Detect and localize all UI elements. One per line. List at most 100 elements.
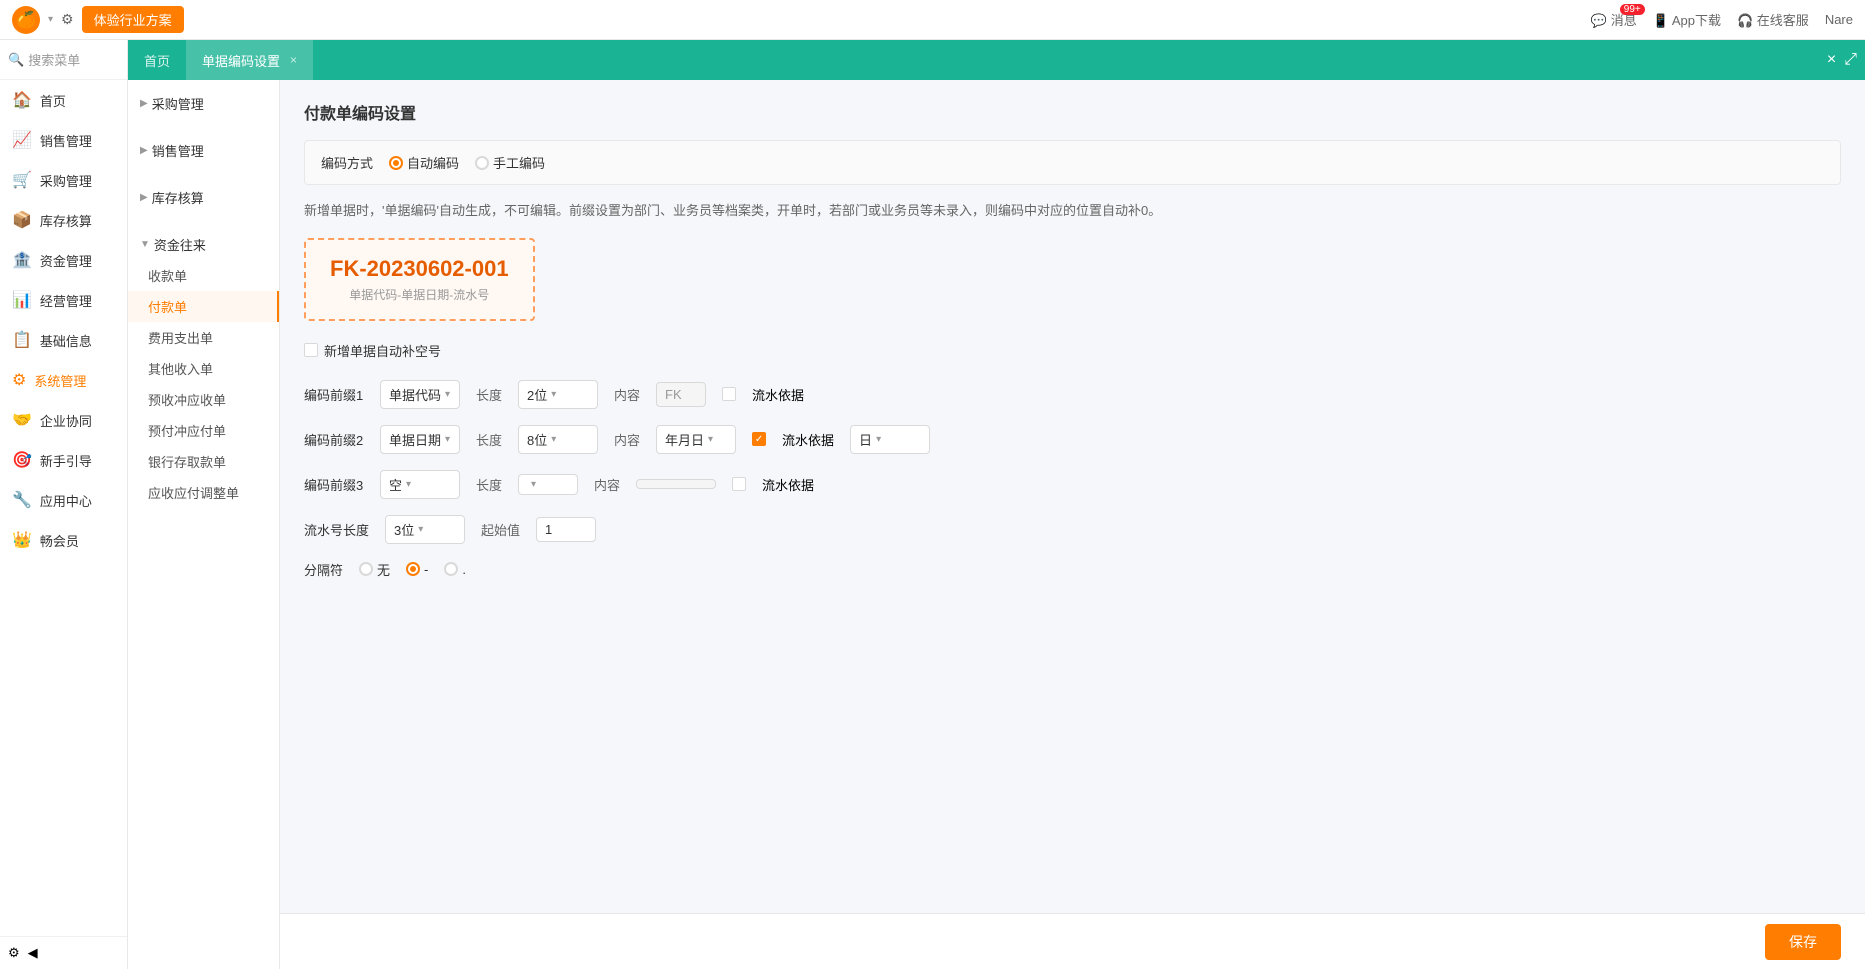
nav-dropdown-arrow[interactable]: ▾ — [48, 14, 53, 25]
sidebar-item-advance-receipt[interactable]: 预收冲应收单 — [128, 384, 279, 415]
sidebar-item-basic-info[interactable]: 📋 基础信息 — [0, 320, 127, 360]
main-content: 付款单编码设置 编码方式 自动编码 手工编码 — [280, 80, 1865, 913]
serial-label-1: 流水依据 — [752, 385, 804, 404]
content-value-1: FK — [656, 382, 706, 407]
app-logo: 🍊 — [12, 6, 40, 34]
logo-icon: 🍊 — [12, 6, 40, 34]
tab-close-icon[interactable]: × — [290, 53, 297, 67]
serial-length-label: 流水号长度 — [304, 520, 369, 539]
serial-length-select[interactable]: 3位 ▾ — [385, 515, 465, 544]
length-label-3: 长度 — [476, 475, 502, 494]
group-capital-header[interactable]: ▼ 资金往来 — [128, 229, 279, 260]
message-badge: 99+ — [1620, 4, 1645, 15]
sep-dot[interactable]: . — [444, 562, 466, 577]
left-sidebar: 🔍 搜索菜单 🏠 首页 📈 销售管理 🛒 采购管理 📦 库存核算 🏦 资金管理 … — [0, 40, 128, 969]
sidebar-item-system[interactable]: ⚙ 系统管理 — [0, 360, 127, 400]
inner-layout: ▶ 采购管理 ▶ 销售管理 ▶ 库存核算 — [128, 80, 1865, 969]
sidebar-item-sales[interactable]: 📈 销售管理 — [0, 120, 127, 160]
trial-button[interactable]: 体验行业方案 — [82, 6, 184, 33]
group-purchase: ▶ 采购管理 — [128, 80, 279, 127]
tab-expand-icon[interactable]: ⤢ — [1844, 51, 1857, 69]
manual-encode-radio[interactable] — [475, 156, 489, 170]
user-name[interactable]: Nare — [1825, 12, 1853, 27]
group-sales-header[interactable]: ▶ 销售管理 — [128, 135, 279, 166]
auto-fill-row: 新增单据自动补空号 — [304, 341, 1841, 360]
sep-none-radio[interactable] — [359, 562, 373, 576]
serial-checkbox-1[interactable] — [722, 387, 736, 401]
tab-close-all-icon[interactable]: × — [1827, 51, 1836, 69]
prefix-select-1[interactable]: 单据代码 ▾ — [380, 380, 460, 409]
manual-encode-option[interactable]: 手工编码 — [475, 153, 545, 172]
sidebar-item-bank[interactable]: 银行存取款单 — [128, 446, 279, 477]
sidebar-settings-icon[interactable]: ⚙ — [8, 945, 20, 961]
sidebar-item-home[interactable]: 🏠 首页 — [0, 80, 127, 120]
length-select-1[interactable]: 2位 ▾ — [518, 380, 598, 409]
sidebar-item-advance-payment[interactable]: 预付冲应付单 — [128, 415, 279, 446]
start-value-input[interactable]: 1 — [536, 517, 596, 542]
auto-fill-checkbox[interactable] — [304, 343, 318, 357]
separator-radios: 无 - . — [359, 560, 466, 579]
sidebar-item-inventory[interactable]: 📦 库存核算 — [0, 200, 127, 240]
stock-arrow-icon: ▶ — [140, 192, 148, 203]
prefix-select-3[interactable]: 空 ▾ — [380, 470, 460, 499]
sidebar-item-expense[interactable]: 费用支出单 — [128, 322, 279, 353]
sep-dot-radio[interactable] — [444, 562, 458, 576]
length-label-1: 长度 — [476, 385, 502, 404]
content-label-3: 内容 — [594, 475, 620, 494]
preview-desc: 单据代码-单据日期-流水号 — [330, 286, 509, 303]
sidebar-item-payment[interactable]: 付款单 — [128, 291, 279, 322]
length-select-2-arrow: ▾ — [551, 434, 556, 445]
sidebar-item-other-income[interactable]: 其他收入单 — [128, 353, 279, 384]
top-bar-right: 💬 消息 99+ 📱 App下载 🎧 在线客服 Nare — [1591, 10, 1853, 29]
group-stock-header[interactable]: ▶ 库存核算 — [128, 182, 279, 213]
length-select-3[interactable]: ▾ — [518, 474, 578, 495]
sep-none[interactable]: 无 — [359, 560, 390, 579]
sidebar-collapse-icon[interactable]: ◀ — [28, 945, 38, 961]
auto-fill-label: 新增单据自动补空号 — [324, 341, 441, 360]
serial-checkbox-2[interactable]: ✓ — [752, 432, 766, 446]
search-menu[interactable]: 🔍 搜索菜单 — [0, 40, 127, 80]
message-label: 消息 — [1611, 13, 1637, 28]
auto-encode-radio[interactable] — [389, 156, 403, 170]
content-select-2[interactable]: 年月日 ▾ — [656, 425, 736, 454]
home-icon: 🏠 — [12, 90, 32, 110]
sidebar-item-enterprise[interactable]: 🤝 企业协同 — [0, 400, 127, 440]
serial-unit-select-2[interactable]: 日 ▾ — [850, 425, 930, 454]
group-sales: ▶ 销售管理 — [128, 127, 279, 174]
top-bar-left: 🍊 ▾ ⚙ 体验行业方案 — [12, 6, 184, 34]
finance-icon: 🏦 — [12, 250, 32, 270]
info-text: 新增单据时，'单据编码'自动生成，不可编辑。前缀设置为部门、业务员等档案类，开单… — [304, 201, 1841, 222]
message-icon[interactable]: 💬 消息 99+ — [1591, 10, 1637, 29]
sidebar-item-receipt[interactable]: 收款单 — [128, 260, 279, 291]
serial-checkbox-3[interactable] — [732, 477, 746, 491]
tab-current[interactable]: 单据编码设置 × — [186, 40, 313, 80]
sidebar-item-finance[interactable]: 🏦 资金管理 — [0, 240, 127, 280]
content-label-2: 内容 — [614, 430, 640, 449]
sidebar-item-member[interactable]: 👑 畅会员 — [0, 520, 127, 560]
online-service[interactable]: 🎧 在线客服 — [1737, 10, 1809, 29]
sidebar-item-adjust[interactable]: 应收应付调整单 — [128, 477, 279, 508]
app-download[interactable]: 📱 App下载 — [1653, 10, 1721, 29]
prefix-select-3-arrow: ▾ — [406, 479, 411, 490]
separator-row: 分隔符 无 - . — [304, 560, 1841, 579]
sidebar-item-guide[interactable]: 🎯 新手引导 — [0, 440, 127, 480]
tab-home[interactable]: 首页 — [128, 40, 186, 80]
settings-icon[interactable]: ⚙ — [61, 11, 74, 28]
sep-dash-radio[interactable] — [406, 562, 420, 576]
group-purchase-header[interactable]: ▶ 采购管理 — [128, 88, 279, 119]
start-value-label: 起始值 — [481, 520, 520, 539]
save-button[interactable]: 保存 — [1765, 924, 1841, 960]
prefix-select-1-arrow: ▾ — [445, 389, 450, 400]
sidebar-item-purchase[interactable]: 🛒 采购管理 — [0, 160, 127, 200]
apps-icon: 🔧 — [12, 490, 32, 510]
sidebar-item-operations[interactable]: 📊 经营管理 — [0, 280, 127, 320]
capital-arrow-icon: ▼ — [140, 239, 150, 250]
length-select-2[interactable]: 8位 ▾ — [518, 425, 598, 454]
sep-dash[interactable]: - — [406, 562, 428, 577]
prefix-select-2[interactable]: 单据日期 ▾ — [380, 425, 460, 454]
guide-icon: 🎯 — [12, 450, 32, 470]
auto-encode-option[interactable]: 自动编码 — [389, 153, 459, 172]
encoding-method-label: 编码方式 — [321, 153, 373, 172]
prefix-label-3: 编码前缀3 — [304, 475, 364, 494]
sidebar-item-apps[interactable]: 🔧 应用中心 — [0, 480, 127, 520]
